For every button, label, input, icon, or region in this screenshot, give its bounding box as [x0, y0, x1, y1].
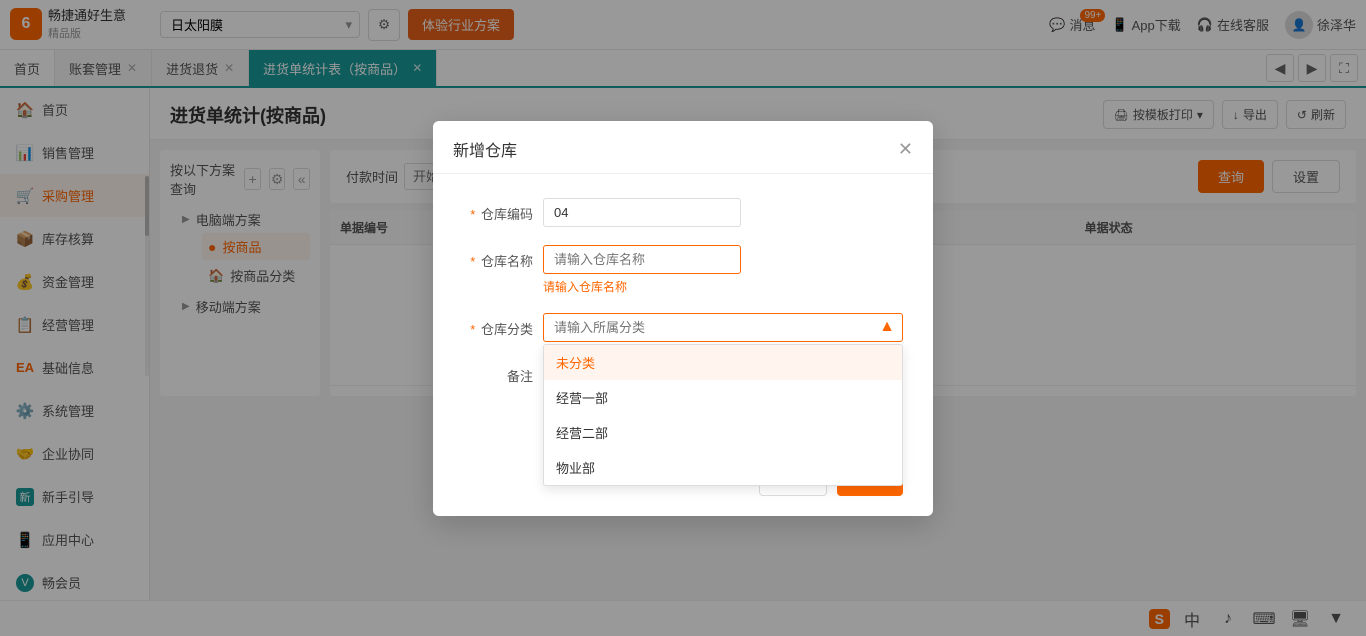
warehouse-name-input[interactable]	[543, 245, 741, 274]
dropdown-item-2[interactable]: 经营二部	[544, 415, 902, 450]
modal-add-warehouse: 新增仓库 ✕ * 仓库编码 * 仓库名称	[433, 121, 933, 516]
cat-dropdown-icon[interactable]: ▲	[879, 318, 895, 336]
modal-overlay: 新增仓库 ✕ * 仓库编码 * 仓库名称	[0, 0, 1366, 636]
required-star: *	[470, 207, 475, 222]
warehouse-code-input[interactable]	[543, 198, 741, 227]
warehouse-name-error: 请输入仓库名称	[543, 278, 903, 295]
warehouse-cat-wrap: ▲ 未分类 经营一部 经营二部 物业部	[543, 313, 903, 342]
required-star3: *	[470, 322, 475, 337]
warehouse-code-label: * 仓库编码	[463, 198, 543, 223]
warehouse-name-label: * 仓库名称	[463, 245, 543, 270]
modal-header: 新增仓库 ✕	[433, 121, 933, 174]
warehouse-code-wrap	[543, 198, 903, 227]
modal-close-button[interactable]: ✕	[898, 140, 913, 158]
form-row-cat: * 仓库分类 ▲ 未分类 经营一部 经营二部 物业部	[463, 313, 903, 342]
modal-body: * 仓库编码 * 仓库名称 请输入仓库名称	[433, 174, 933, 451]
warehouse-cat-dropdown: 未分类 经营一部 经营二部 物业部	[543, 344, 903, 486]
dropdown-item-3[interactable]: 物业部	[544, 450, 902, 485]
required-star2: *	[470, 254, 475, 269]
note-label: 备注	[463, 360, 543, 385]
warehouse-cat-field: ▲	[543, 313, 903, 342]
form-row-name: * 仓库名称 请输入仓库名称	[463, 245, 903, 295]
warehouse-cat-input[interactable]	[543, 313, 903, 342]
warehouse-cat-label: * 仓库分类	[463, 313, 543, 338]
dropdown-item-0[interactable]: 未分类	[544, 345, 902, 380]
form-row-code: * 仓库编码	[463, 198, 903, 227]
modal-title: 新增仓库	[453, 137, 517, 161]
warehouse-name-wrap: 请输入仓库名称	[543, 245, 903, 295]
dropdown-item-1[interactable]: 经营一部	[544, 380, 902, 415]
